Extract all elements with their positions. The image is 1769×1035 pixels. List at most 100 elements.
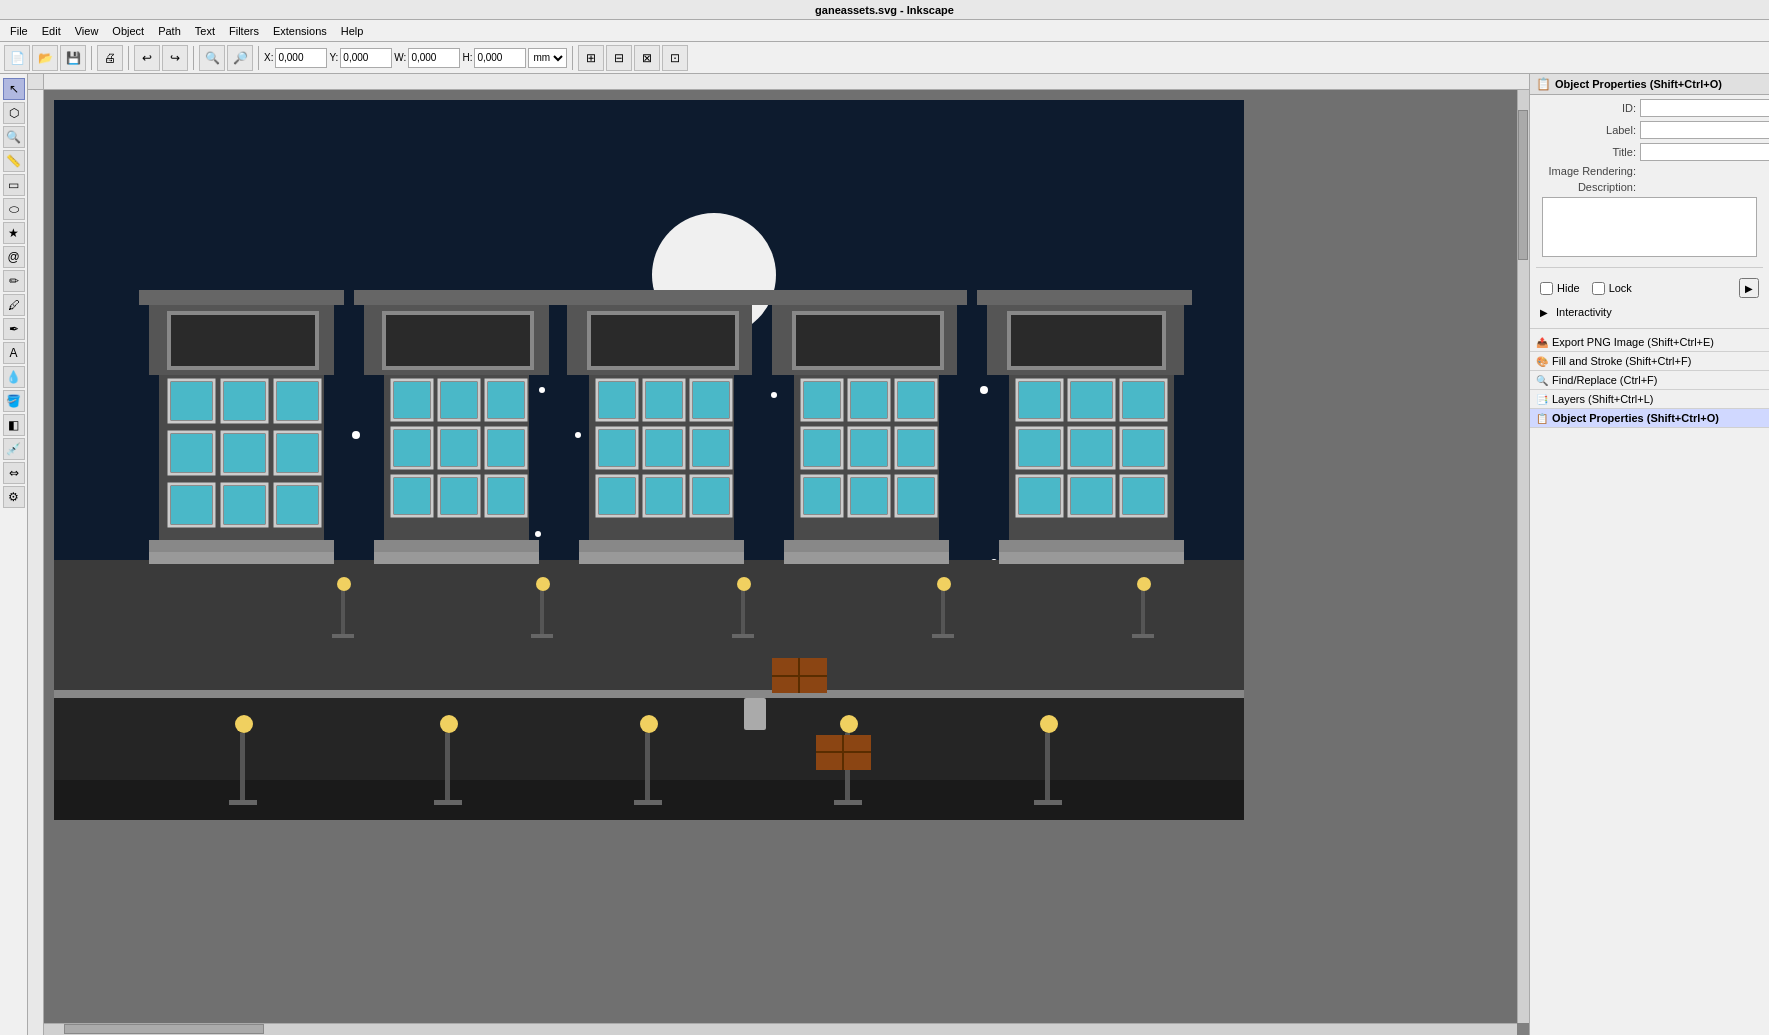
symbol-tool[interactable]: ⚙ [3, 486, 25, 508]
w-input[interactable] [408, 48, 460, 68]
svg-rect-80 [646, 430, 682, 466]
svg-rect-72 [599, 382, 635, 418]
pencil-tool[interactable]: ✏ [3, 270, 25, 292]
interactivity-expand-icon: ▶ [1540, 307, 1548, 318]
pen-tool[interactable]: 🖊 [3, 294, 25, 316]
object-properties-btn[interactable]: 📋 Object Properties (Shift+Ctrl+O) [1530, 409, 1769, 428]
dropper-tool[interactable]: 💉 [3, 438, 25, 460]
menu-filters[interactable]: Filters [223, 23, 265, 39]
find-icon: 🔍 [1536, 375, 1548, 386]
w-field: W: [394, 48, 460, 68]
star-tool[interactable]: ★ [3, 222, 25, 244]
ellipse-tool[interactable]: ⬭ [3, 198, 25, 220]
x-input[interactable] [275, 48, 327, 68]
fill-tool[interactable]: 🪣 [3, 390, 25, 412]
svg-point-149 [235, 715, 253, 733]
menu-path[interactable]: Path [152, 23, 187, 39]
menu-view[interactable]: View [69, 23, 105, 39]
redo-btn[interactable]: ↪ [162, 45, 188, 71]
svg-rect-61 [488, 478, 524, 514]
layers-btn[interactable]: 📑 Layers (Shift+Ctrl+L) [1530, 390, 1769, 409]
spiral-tool[interactable]: @ [3, 246, 25, 268]
save-btn[interactable]: 💾 [60, 45, 86, 71]
properties-content: ID: Label: Title: Image Rendering: Descr… [1530, 95, 1769, 324]
layers-label: Layers (Shift+Ctrl+L) [1552, 393, 1653, 405]
expand-button[interactable]: ▶ [1739, 278, 1759, 298]
svg-point-92 [737, 577, 751, 591]
hide-checkbox-label[interactable]: Hide [1540, 282, 1580, 295]
snap1-btn[interactable]: ⊞ [578, 45, 604, 71]
svg-rect-20 [224, 382, 265, 420]
unit-select[interactable]: mm [528, 48, 567, 68]
panel-header-icon: 📋 [1536, 77, 1551, 91]
description-area-container [1536, 197, 1763, 259]
svg-rect-34 [277, 486, 318, 524]
select-tool[interactable]: ↖ [3, 78, 25, 100]
snap4-btn[interactable]: ⊡ [662, 45, 688, 71]
prop-sep [1536, 267, 1763, 268]
window-title: ganeassets.svg - Inkscape [815, 4, 954, 16]
svg-rect-90 [589, 313, 737, 368]
svg-rect-121 [932, 634, 954, 638]
find-replace-btn[interactable]: 🔍 Find/Replace (Ctrl+F) [1530, 371, 1769, 390]
hide-checkbox[interactable] [1540, 282, 1553, 295]
svg-rect-64 [354, 290, 559, 305]
id-input[interactable] [1640, 99, 1769, 117]
menu-text[interactable]: Text [189, 23, 221, 39]
callig-tool[interactable]: ✒ [3, 318, 25, 340]
fill-stroke-btn[interactable]: 🎨 Fill and Stroke (Shift+Ctrl+F) [1530, 352, 1769, 371]
zoom-out-btn[interactable]: 🔎 [227, 45, 253, 71]
svg-rect-107 [851, 430, 887, 466]
h-input[interactable] [474, 48, 526, 68]
menu-edit[interactable]: Edit [36, 23, 67, 39]
undo-btn[interactable]: ↩ [134, 45, 160, 71]
interactivity-row: ▶ Interactivity [1536, 304, 1763, 320]
title-input[interactable] [1640, 143, 1769, 161]
text-tool[interactable]: A [3, 342, 25, 364]
x-field: X: [264, 48, 327, 68]
snap2-btn[interactable]: ⊟ [606, 45, 632, 71]
zoom-tool[interactable]: 🔍 [3, 126, 25, 148]
svg-rect-113 [851, 478, 887, 514]
menu-extensions[interactable]: Extensions [267, 23, 333, 39]
svg-rect-126 [1019, 382, 1060, 418]
lock-checkbox[interactable] [1592, 282, 1605, 295]
gradient-tool[interactable]: ◧ [3, 414, 25, 436]
snap3-btn[interactable]: ⊠ [634, 45, 660, 71]
fill-icon: 🎨 [1536, 356, 1548, 367]
svg-rect-154 [434, 800, 462, 805]
svg-point-158 [840, 715, 858, 733]
zoom-in-btn[interactable]: 🔍 [199, 45, 225, 71]
spray-tool[interactable]: 💧 [3, 366, 25, 388]
x-label: X: [264, 52, 273, 63]
ruler-corner [28, 74, 44, 90]
svg-rect-144 [1009, 313, 1164, 368]
svg-point-146 [1137, 577, 1151, 591]
connector-tool[interactable]: ⇔ [3, 462, 25, 484]
canvas-scroll[interactable] [44, 90, 1517, 1023]
print-btn[interactable]: 🖨 [97, 45, 123, 71]
measure-tool[interactable]: 📏 [3, 150, 25, 172]
svg-rect-123 [999, 540, 1184, 552]
horizontal-scrollbar[interactable] [44, 1023, 1517, 1035]
canvas [54, 100, 1244, 820]
y-input[interactable] [340, 48, 392, 68]
rect-tool[interactable]: ▭ [3, 174, 25, 196]
menu-object[interactable]: Object [106, 23, 150, 39]
svg-rect-160 [834, 800, 862, 805]
svg-rect-15 [149, 540, 334, 552]
lock-checkbox-label[interactable]: Lock [1592, 282, 1632, 295]
menu-help[interactable]: Help [335, 23, 370, 39]
vertical-scrollbar[interactable] [1517, 90, 1529, 1023]
description-textarea[interactable] [1542, 197, 1757, 257]
w-label: W: [394, 52, 406, 63]
svg-rect-142 [1123, 478, 1164, 514]
open-btn[interactable]: 📂 [32, 45, 58, 71]
new-btn[interactable]: 📄 [4, 45, 30, 71]
export-png-btn[interactable]: 📤 Export PNG Image (Shift+Ctrl+E) [1530, 333, 1769, 352]
node-tool[interactable]: ⬡ [3, 102, 25, 124]
menu-file[interactable]: File [4, 23, 34, 39]
label-input[interactable] [1640, 121, 1769, 139]
svg-point-155 [640, 715, 658, 733]
hide-label: Hide [1557, 282, 1580, 294]
